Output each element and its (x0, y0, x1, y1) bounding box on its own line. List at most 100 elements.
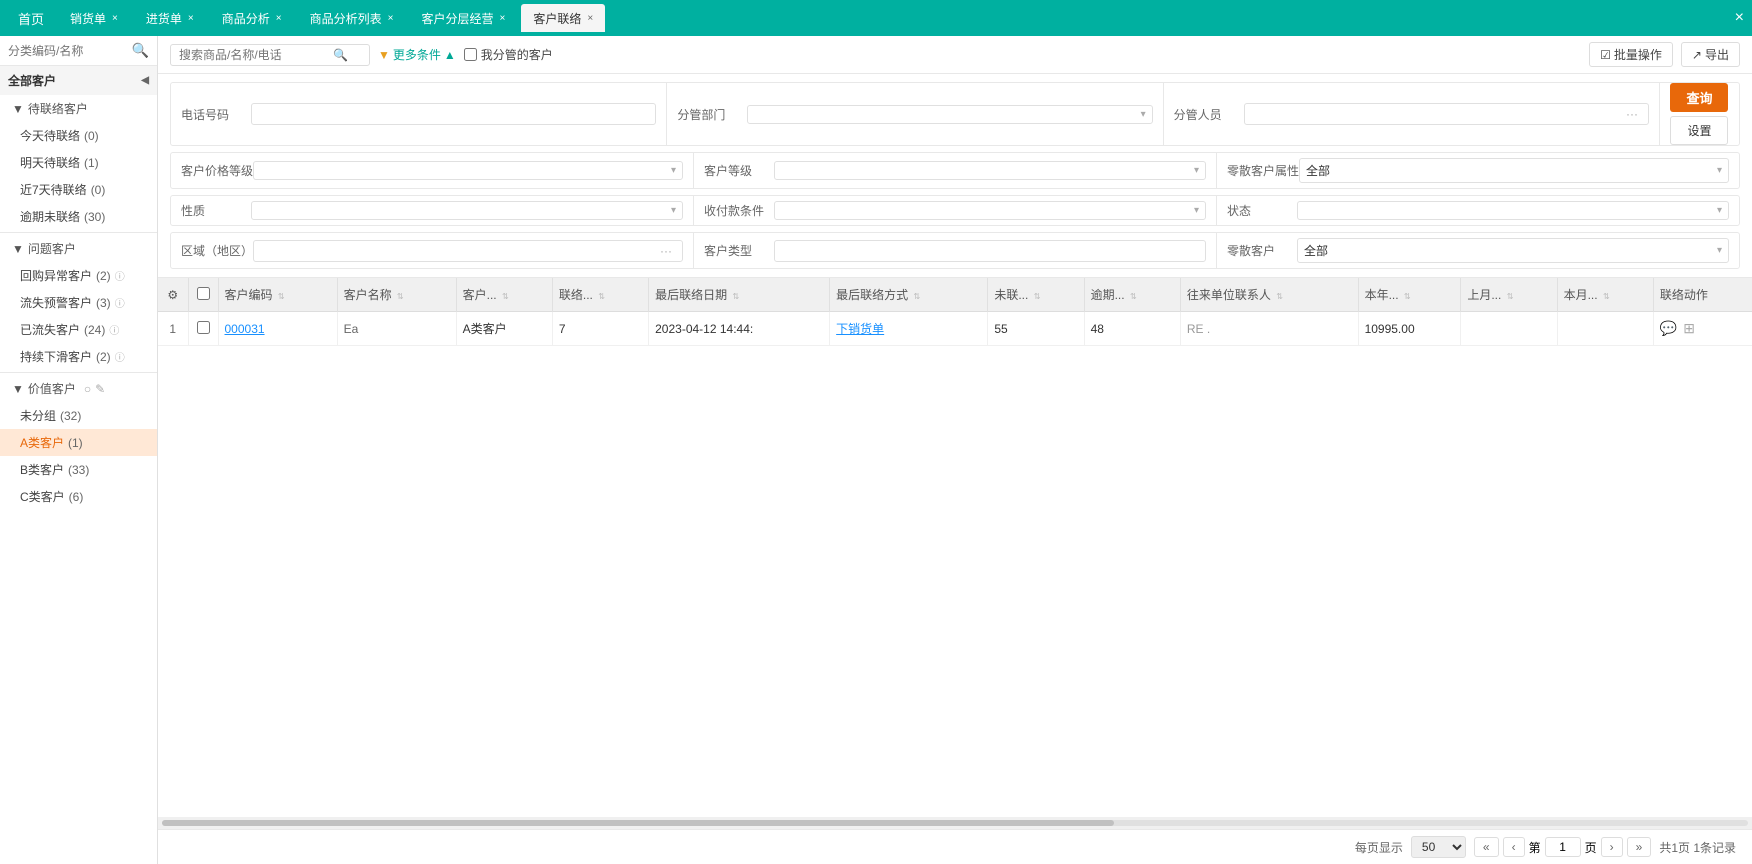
tab-product-analysis-list[interactable]: 商品分析列表 × (298, 4, 406, 32)
more-conditions-btn[interactable]: ▼ 更多条件 ▲ (378, 46, 456, 63)
info-icon-churned: ⓘ (109, 322, 119, 337)
th-no-contact[interactable]: 未联... ⇅ (988, 278, 1084, 312)
dots-region[interactable]: ··· (656, 244, 676, 258)
value-customer-add-icon[interactable]: ○ (84, 382, 91, 396)
per-page-select[interactable]: 50 20 100 (1411, 836, 1466, 858)
gear-icon[interactable]: ⚙ (167, 288, 178, 302)
th-contact[interactable]: 联络... ⇅ (552, 278, 648, 312)
select-region[interactable]: ··· (253, 240, 683, 262)
sidebar-search-input[interactable] (8, 44, 128, 58)
pagination: « ‹ 第 页 › » (1474, 837, 1651, 857)
select-nature[interactable]: ▾ (251, 201, 683, 220)
select-payment[interactable]: ▾ (774, 201, 1206, 220)
close-tab-product-analysis-list[interactable]: × (388, 13, 394, 24)
settings-btn[interactable]: 设置 (1670, 116, 1728, 145)
sidebar-item-churn-warning[interactable]: 流失预警客户 (3) ⓘ (0, 289, 157, 316)
next-page-btn[interactable]: › (1601, 837, 1623, 857)
sidebar-item-a-class[interactable]: A类客户 (1) (0, 429, 157, 456)
first-page-btn[interactable]: « (1474, 837, 1499, 857)
dots-person[interactable]: ··· (1622, 107, 1642, 121)
sidebar-group-problem-customer[interactable]: ▼ 问题客户 (0, 235, 157, 262)
th-unit-contact[interactable]: 往来单位联系人 ⇅ (1180, 278, 1358, 312)
td-code[interactable]: 000031 (218, 312, 337, 346)
select-retail-customer[interactable]: 全部 ▾ (1297, 238, 1729, 263)
query-btn[interactable]: 查询 (1670, 83, 1728, 112)
close-tab-product-analysis[interactable]: × (276, 13, 282, 24)
sidebar-item-no-group[interactable]: 未分组 (32) (0, 402, 157, 429)
close-window-icon[interactable]: × (1735, 9, 1744, 27)
sidebar-collapse-icon[interactable]: ◀ (141, 75, 149, 86)
close-tab-customer-segment[interactable]: × (499, 13, 505, 24)
filter-search-input[interactable] (179, 48, 329, 62)
tab-sales[interactable]: 销货单 × (58, 4, 130, 32)
value-customer-edit-icon[interactable]: ✎ (95, 382, 105, 396)
th-this-year[interactable]: 本年... ⇅ (1358, 278, 1461, 312)
close-tab-sales[interactable]: × (112, 13, 118, 24)
select-price-level[interactable]: ▾ (253, 161, 683, 180)
sidebar-group-value-customer: ▼ 价值客户 ○ ✎ (0, 375, 157, 402)
label-status: 状态 (1227, 202, 1297, 219)
th-last-month[interactable]: 上月... ⇅ (1461, 278, 1557, 312)
page-input[interactable] (1545, 837, 1581, 857)
sidebar-item-7days-contact[interactable]: 近7天待联络 (0) (0, 176, 157, 203)
close-tab-purchase[interactable]: × (188, 13, 194, 24)
tab-product-analysis[interactable]: 商品分析 × (210, 4, 294, 32)
sidebar-item-b-class[interactable]: B类客户 (33) (0, 456, 157, 483)
sidebar-item-tomorrow-contact[interactable]: 明天待联络 (1) (0, 149, 157, 176)
label-customer-type: 客户类型 (704, 242, 774, 259)
td-last-contact-method[interactable]: 下销货单 (830, 312, 988, 346)
sort-contact: ⇅ (598, 292, 605, 301)
prev-page-btn[interactable]: ‹ (1503, 837, 1525, 857)
th-gear[interactable]: ⚙ (158, 278, 188, 312)
select-dept[interactable]: ▾ (747, 105, 1152, 124)
sidebar-search-icon[interactable]: 🔍 (132, 42, 149, 59)
sidebar-item-declining[interactable]: 持续下滑客户 (2) ⓘ (0, 343, 157, 370)
tab-customer-contact[interactable]: 客户联络 × (521, 4, 605, 32)
td-last-contact-date: 2023-04-12 14:44: (649, 312, 830, 346)
nav-home[interactable]: 首页 (8, 9, 54, 28)
sidebar-all-customers[interactable]: 全部客户 ◀ (0, 66, 157, 95)
select-person[interactable]: ··· (1244, 103, 1649, 125)
row-checkbox[interactable] (197, 321, 210, 334)
select-retail-attr[interactable]: 全部 ▾ (1299, 158, 1729, 183)
my-customers-checkbox[interactable] (464, 48, 477, 61)
horizontal-scrollbar[interactable] (158, 817, 1752, 829)
td-name[interactable]: Ea (337, 312, 456, 346)
my-customers-checkbox-area[interactable]: 我分管的客户 (464, 46, 553, 63)
sidebar-item-churned[interactable]: 已流失客户 (24) ⓘ (0, 316, 157, 343)
th-overdue[interactable]: 逾期... ⇅ (1084, 278, 1180, 312)
th-last-date[interactable]: 最后联络日期 ⇅ (649, 278, 830, 312)
label-region: 区域（地区） (181, 242, 253, 259)
sidebar-item-c-class[interactable]: C类客户 (6) (0, 483, 157, 510)
th-this-month[interactable]: 本月... ⇅ (1557, 278, 1653, 312)
chat-icon[interactable]: 💬 (1660, 320, 1677, 337)
th-last-method[interactable]: 最后联络方式 ⇅ (830, 278, 988, 312)
scrollbar-track[interactable] (162, 820, 1748, 826)
tab-customer-segment[interactable]: 客户分层经营 × (409, 4, 517, 32)
input-customer-type[interactable] (774, 240, 1206, 262)
th-type[interactable]: 客户... ⇅ (456, 278, 552, 312)
sidebar-item-today-contact[interactable]: 今天待联络 (0) (0, 122, 157, 149)
close-tab-customer-contact[interactable]: × (587, 13, 593, 24)
tab-purchase[interactable]: 进货单 × (134, 4, 206, 32)
th-code[interactable]: 客户编码 ⇅ (218, 278, 337, 312)
select-status[interactable]: ▾ (1297, 201, 1729, 220)
export-btn[interactable]: ↗ 导出 (1681, 42, 1740, 67)
th-select-all[interactable] (188, 278, 218, 312)
th-name[interactable]: 客户名称 ⇅ (337, 278, 456, 312)
chevron-dept: ▾ (1141, 109, 1146, 120)
last-page-btn[interactable]: » (1627, 837, 1652, 857)
select-all-checkbox[interactable] (197, 287, 210, 300)
qr-icon[interactable]: ⊞ (1683, 320, 1695, 337)
input-phone[interactable] (251, 103, 656, 125)
info-icon-churn-warning: ⓘ (115, 295, 125, 310)
td-checkbox[interactable] (188, 312, 218, 346)
sidebar-group-wait-contact[interactable]: ▼ 待联络客户 (0, 95, 157, 122)
batch-operation-btn[interactable]: ☑ 批量操作 (1589, 42, 1673, 67)
label-dept: 分管部门 (677, 106, 747, 123)
filter-search-icon[interactable]: 🔍 (333, 48, 348, 62)
sidebar-item-repurchase-abnormal[interactable]: 回购异常客户 (2) ⓘ (0, 262, 157, 289)
select-customer-level[interactable]: ▾ (774, 161, 1206, 180)
scrollbar-thumb[interactable] (162, 820, 1114, 826)
sidebar-item-overdue-contact[interactable]: 逾期未联络 (30) (0, 203, 157, 230)
